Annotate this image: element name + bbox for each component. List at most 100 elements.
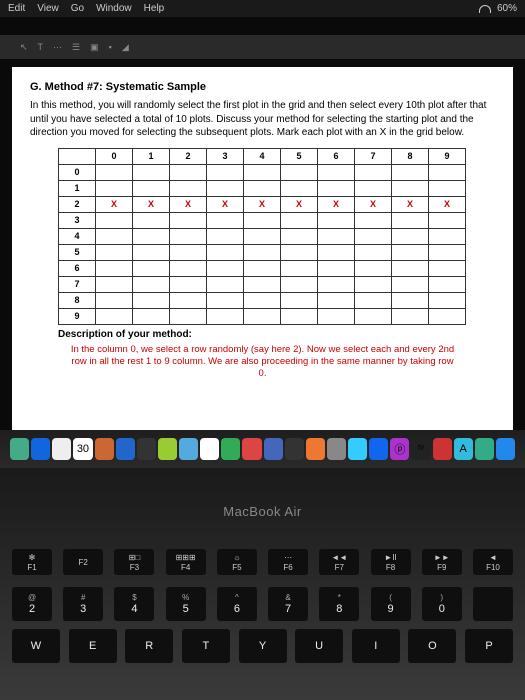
fn-key[interactable]: ◄F10 [473, 549, 513, 575]
fn-key[interactable]: ►►F9 [422, 549, 462, 575]
toolbar-text-icon[interactable]: T [38, 42, 44, 52]
number-key[interactable]: ^6 [217, 587, 257, 621]
dock-app-icon[interactable] [369, 438, 388, 460]
fn-key[interactable]: ►IIF8 [371, 549, 411, 575]
dock-app-icon[interactable] [496, 438, 515, 460]
number-key[interactable]: $4 [114, 587, 154, 621]
letter-key[interactable]: U [295, 629, 343, 663]
number-key[interactable]: %5 [166, 587, 206, 621]
grid-cell: X [244, 196, 281, 212]
number-key[interactable] [473, 587, 513, 621]
letter-key[interactable]: P [465, 629, 513, 663]
dock-app-icon[interactable] [158, 438, 177, 460]
grid-cell: X [392, 196, 429, 212]
menu-go[interactable]: Go [71, 3, 84, 14]
menu-edit[interactable]: Edit [8, 3, 25, 14]
grid-cell [133, 228, 170, 244]
letter-key[interactable]: W [12, 629, 60, 663]
dock-app-icon[interactable] [10, 438, 29, 460]
dock-app-icon[interactable] [31, 438, 50, 460]
number-key[interactable]: @2 [12, 587, 52, 621]
letter-key[interactable]: I [352, 629, 400, 663]
dock-app-icon[interactable]: ᵗᵛ [411, 438, 430, 460]
menu-window[interactable]: Window [96, 3, 132, 14]
grid-cell [392, 276, 429, 292]
fn-key[interactable]: ⊞□F3 [114, 549, 154, 575]
dock-app-icon[interactable]: ⓟ [390, 438, 409, 460]
dock-app-icon[interactable]: A [454, 438, 473, 460]
grid-cell [355, 180, 392, 196]
letter-key[interactable]: Y [239, 629, 287, 663]
dock-app-icon[interactable] [221, 438, 240, 460]
table-row: 1 [59, 180, 466, 196]
grid-cell [429, 164, 466, 180]
toolbar-eraser-icon[interactable]: ◢ [122, 42, 129, 53]
dock-app-icon[interactable]: 30 [73, 438, 92, 460]
fn-key[interactable]: ⊞⊞⊞F4 [166, 549, 206, 575]
letter-key[interactable]: R [125, 629, 173, 663]
toolbar-page-icon[interactable]: ▪ [109, 42, 112, 52]
toolbar-view-icon[interactable]: ▣ [90, 42, 99, 53]
number-key[interactable]: *8 [319, 587, 359, 621]
col-header: 2 [170, 148, 207, 164]
instructions-text: In this method, you will randomly select… [30, 99, 495, 140]
dock-app-icon[interactable] [242, 438, 261, 460]
number-key[interactable]: )0 [422, 587, 462, 621]
letter-key[interactable]: E [69, 629, 117, 663]
toolbar-list-icon[interactable]: ☰ [72, 42, 80, 53]
dock-app-icon[interactable] [306, 438, 325, 460]
grid-cell [318, 180, 355, 196]
grid-cell [133, 244, 170, 260]
grid-cell [207, 260, 244, 276]
fn-key[interactable]: ☼F5 [217, 549, 257, 575]
dock-app-icon[interactable] [475, 438, 494, 460]
fn-key[interactable]: ✻F1 [12, 549, 52, 575]
letter-key[interactable]: T [182, 629, 230, 663]
toolbar-cursor-icon[interactable]: ↖ [20, 42, 28, 53]
table-row: 0 [59, 164, 466, 180]
letter-key[interactable]: O [408, 629, 456, 663]
dock-app-icon[interactable] [348, 438, 367, 460]
dock-app-icon[interactable] [433, 438, 452, 460]
dock-app-icon[interactable] [264, 438, 283, 460]
fn-key[interactable]: ⋯F6 [268, 549, 308, 575]
grid-cell [207, 164, 244, 180]
col-header: 8 [392, 148, 429, 164]
dock-app-icon[interactable] [95, 438, 114, 460]
grid-cell [96, 228, 133, 244]
laptop-model-label: MacBook Air [0, 504, 525, 519]
grid-cell [170, 260, 207, 276]
grid-cell [355, 276, 392, 292]
row-header: 7 [59, 276, 96, 292]
grid-cell [429, 308, 466, 324]
grid-cell: X [133, 196, 170, 212]
fn-key[interactable]: F2 [63, 549, 103, 575]
dock-app-icon[interactable] [116, 438, 135, 460]
fn-key[interactable]: ◄◄F7 [319, 549, 359, 575]
grid-cell [429, 212, 466, 228]
dock-app-icon[interactable] [285, 438, 304, 460]
wifi-icon[interactable] [479, 5, 491, 13]
dock: 30 ⓟᵗᵛ A [0, 430, 525, 468]
dock-app-icon[interactable] [52, 438, 71, 460]
dock-app-icon[interactable] [327, 438, 346, 460]
app-toolbar: ↖ T ⋯ ☰ ▣ ▪ ◢ [0, 35, 525, 59]
grid-cell: X [281, 196, 318, 212]
dock-app-icon[interactable] [137, 438, 156, 460]
dock-app-icon[interactable] [179, 438, 198, 460]
menu-view[interactable]: View [37, 3, 59, 14]
grid-cell [207, 212, 244, 228]
menu-help[interactable]: Help [144, 3, 165, 14]
grid-cell [355, 228, 392, 244]
menu-bar: Edit View Go Window Help 60% [0, 0, 525, 17]
number-key[interactable]: &7 [268, 587, 308, 621]
dock-app-icon[interactable] [200, 438, 219, 460]
grid-cell [244, 180, 281, 196]
col-header: 6 [318, 148, 355, 164]
grid-cell [244, 308, 281, 324]
number-key[interactable]: #3 [63, 587, 103, 621]
grid-cell [281, 308, 318, 324]
grid-cell [281, 164, 318, 180]
number-key[interactable]: (9 [371, 587, 411, 621]
grid-cell [429, 244, 466, 260]
